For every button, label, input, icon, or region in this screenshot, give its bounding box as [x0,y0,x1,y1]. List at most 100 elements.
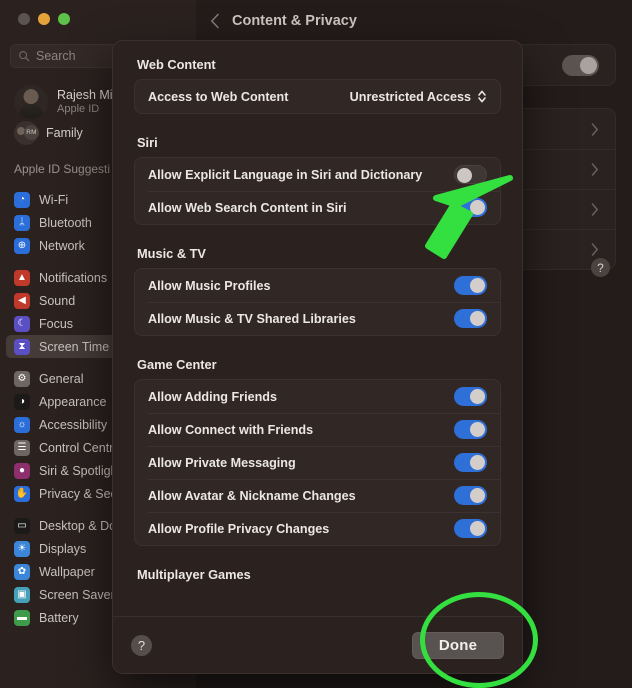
content-privacy-toggle[interactable] [562,54,599,76]
moon-icon: ☾ [14,315,30,332]
toggle-knob [470,311,485,326]
sidebar-item-label: Control Centr [39,440,114,455]
sidebar-item-label: Displays [39,541,87,556]
allow-web-search-content-in-siri-toggle[interactable] [454,198,487,217]
row-allow-private-messaging[interactable]: Allow Private Messaging [135,446,500,479]
group-title-siri: Siri [137,135,158,150]
page-title: Content & Privacy [232,13,357,29]
allow-explicit-language-in-siri-and-dictionary-toggle[interactable] [454,165,487,184]
control-center-icon: ☰ [14,439,30,456]
row-allow-music-profiles[interactable]: Allow Music Profiles [135,269,500,302]
row-allow-explicit-language-in-siri-and-dictionary[interactable]: Allow Explicit Language in Siri and Dict… [135,158,500,191]
account-name: Rajesh Mis [57,88,119,103]
siri-icon: ● [14,462,30,479]
row-label: Allow Web Search Content in Siri [148,200,347,215]
row-label: Allow Explicit Language in Siri and Dict… [148,167,423,182]
chevron-right-icon [591,202,598,216]
close-window-button[interactable] [18,13,30,25]
allow-adding-friends-toggle[interactable] [454,387,487,406]
sheet-scroll-area[interactable]: Web Content Access to Web Content Unrestri… [113,41,522,616]
desktop-icon: ▭ [14,517,30,534]
sidebar-item-label: Bluetooth [39,215,92,230]
chevron-right-icon [591,162,598,176]
row-label: Allow Music Profiles [148,278,271,293]
row-label: Access to Web Content [148,89,289,104]
account-subtitle: Apple ID [57,102,100,115]
allow-connect-with-friends-toggle[interactable] [454,420,487,439]
toggle-knob [470,278,485,293]
row-access-to-web-content[interactable]: Access to Web Content Unrestricted Access [135,80,500,113]
row-allow-avatar-nickname-changes[interactable]: Allow Avatar & Nickname Changes [135,479,500,512]
sidebar-item-label: Battery [39,610,79,625]
row-label: Allow Avatar & Nickname Changes [148,488,356,503]
sidebar-item-label: General [39,371,84,386]
row-label: Allow Profile Privacy Changes [148,521,330,536]
family-badge: RM [24,125,39,140]
background-help-button[interactable]: ? [591,258,610,277]
family-icon: RM [14,121,39,145]
sidebar-item-label: Notifications [39,270,108,285]
allow-music-profiles-toggle[interactable] [454,276,487,295]
search-icon [19,51,30,62]
popup-value: Unrestricted Access [349,89,471,104]
row-allow-connect-with-friends[interactable]: Allow Connect with Friends [135,413,500,446]
toggle-knob [470,455,485,470]
group-card-siri: Allow Explicit Language in Siri and Dict… [134,157,501,225]
toggle-knob [457,168,472,183]
allow-music-tv-shared-libraries-toggle[interactable] [454,309,487,328]
group-card-game-center: Allow Adding Friends Allow Connect with F… [134,379,501,546]
accessibility-icon: ☼ [14,416,30,433]
help-button[interactable]: ? [131,634,152,656]
row-allow-web-search-content-in-siri[interactable]: Allow Web Search Content in Siri [135,191,500,224]
row-label: Allow Connect with Friends [148,422,314,437]
row-label: Allow Music & TV Shared Libraries [148,311,356,326]
toggle-knob [470,422,485,437]
bell-icon: ▲ [14,269,30,286]
maximize-window-button[interactable] [58,13,70,25]
row-allow-music-tv-shared-libraries[interactable]: Allow Music & TV Shared Libraries [135,302,500,335]
window-controls [18,13,70,25]
contrast-icon: ◑ [14,393,30,410]
brightness-icon: ☀ [14,540,30,557]
chevron-up-down-icon [478,90,486,103]
group-title-game-center: Game Center [137,357,217,372]
group-card-web-content: Access to Web Content Unrestricted Access [134,79,501,114]
access-to-web-content-popup-button[interactable]: Unrestricted Access [350,89,487,104]
toggle-knob [470,521,485,536]
chevron-right-icon [591,122,598,136]
sidebar-item-label: Privacy & Sec [39,486,117,501]
sidebar-item-label: Wi-Fi [39,192,69,207]
avatar [14,85,48,119]
screen-time-content-privacy-window: Rajesh Mis Apple ID RM Family Apple ID S… [0,0,632,688]
sidebar-item-label: Focus [39,316,74,331]
sidebar-item-label: Desktop & Do [39,518,117,533]
family-label: Family [46,126,83,140]
row-label: Allow Adding Friends [148,389,277,404]
allow-private-messaging-toggle[interactable] [454,453,487,472]
sidebar-item-label: Siri & Spotligh [39,463,118,478]
content-privacy-sheet: Web Content Access to Web Content Unrestri… [112,40,523,674]
sidebar-item-label: Screen Time [39,339,110,354]
group-title-web-content: Web Content [137,57,216,72]
battery-icon: ▬ [14,609,30,626]
row-allow-profile-privacy-changes[interactable]: Allow Profile Privacy Changes [135,512,500,545]
wifi-icon: ◔ [14,191,30,208]
hand-icon: ✋ [14,485,30,502]
network-icon: ⊕ [14,237,30,254]
wallpaper-icon: ✿ [14,563,30,580]
allow-profile-privacy-changes-toggle[interactable] [454,519,487,538]
done-button[interactable]: Done [412,631,504,659]
sidebar-item-label: Wallpaper [39,564,95,579]
row-allow-adding-friends[interactable]: Allow Adding Friends [135,380,500,413]
minimize-window-button[interactable] [38,13,50,25]
sidebar-item-label: Sound [39,293,76,308]
bluetooth-icon: ᛦ [14,214,30,231]
hourglass-icon: ⧗ [14,338,30,355]
sidebar-item-label: Appearance [39,394,107,409]
group-title-music-tv: Music & TV [137,246,206,261]
toggle-knob [470,200,485,215]
allow-avatar-nickname-changes-toggle[interactable] [454,486,487,505]
speaker-icon: ◀ [14,292,30,309]
back-chevron-icon[interactable] [210,13,220,29]
toggle-knob [470,488,485,503]
